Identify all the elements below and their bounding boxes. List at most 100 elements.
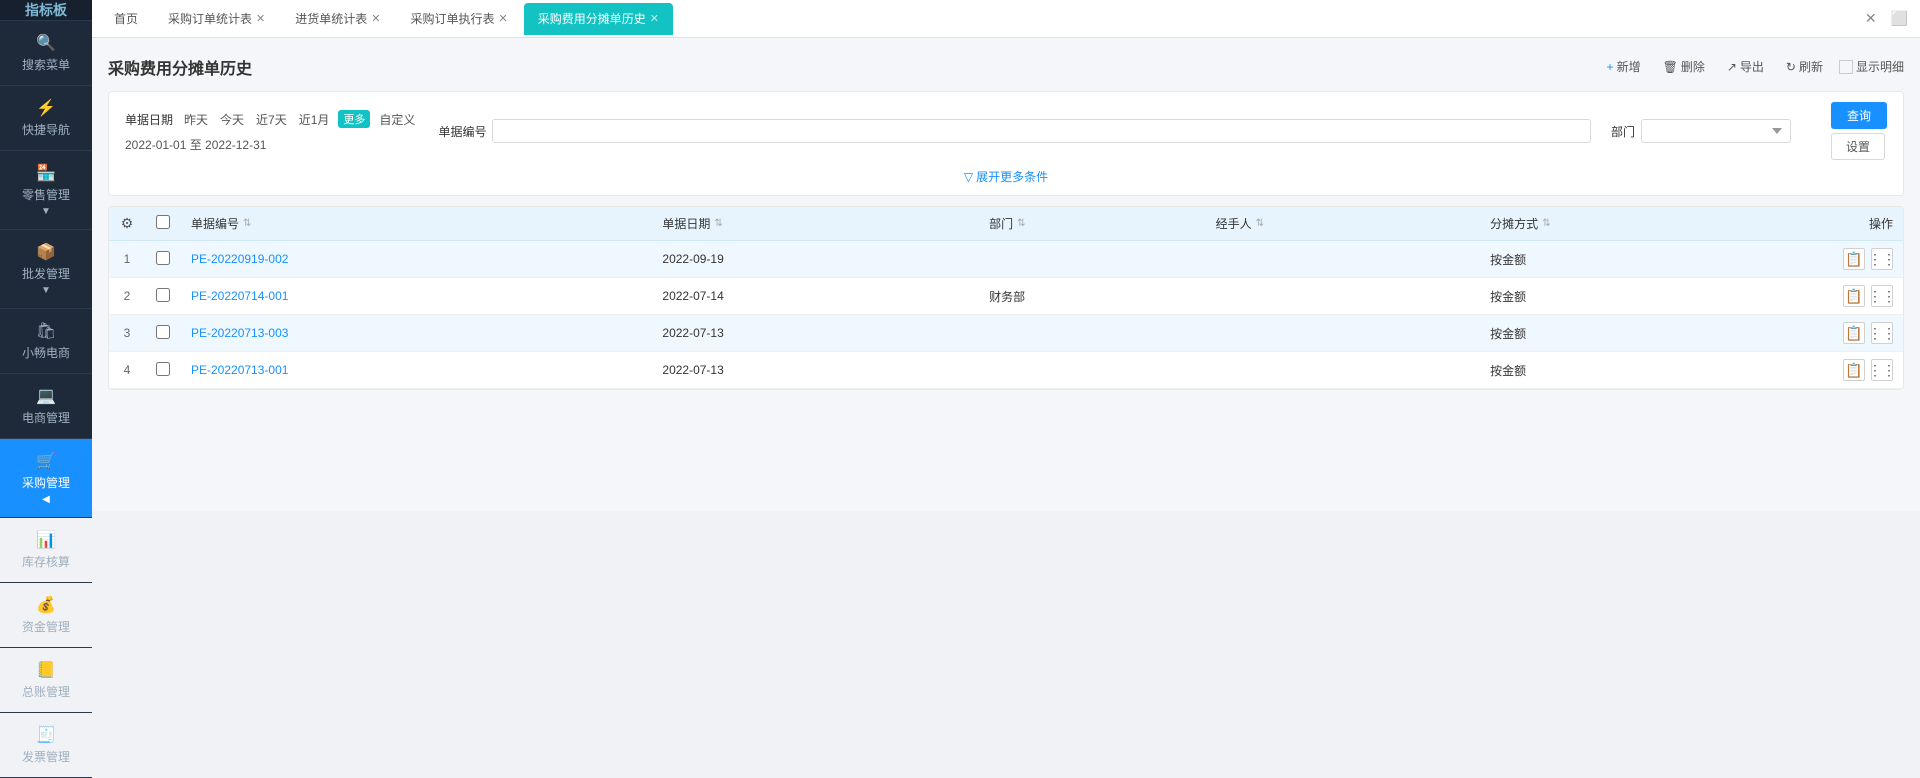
- sidebar: 指标板 🔍 搜索菜单 ⚡ 快捷导航 🏪 零售管理 ▼ 📦 批发管理 ▼ 🛍 小畅…: [0, 0, 92, 511]
- th-handler[interactable]: 经手人 ⇅: [1206, 207, 1481, 241]
- sidebar-item-retail[interactable]: 🏪 零售管理 ▼: [0, 151, 92, 230]
- row-more-icon-2[interactable]: ⋮⋮: [1871, 285, 1893, 307]
- sidebar-item-quick-nav[interactable]: ⚡ 快捷导航: [0, 86, 92, 151]
- sidebar-item-finance[interactable]: 💰 资金管理: [0, 583, 92, 648]
- doc-number-link-3[interactable]: PE-20220713-003: [191, 326, 288, 340]
- purchase-arrow-icon: ◀: [42, 494, 50, 505]
- close-window-icon[interactable]: ✕: [1861, 8, 1881, 29]
- th-doc-number[interactable]: 单据编号 ⇅: [181, 207, 652, 241]
- ecom-icon: 💻: [36, 386, 56, 406]
- tab-purchase-order-stats-close[interactable]: ✕: [256, 12, 265, 25]
- dept-select[interactable]: 财务部: [1641, 119, 1791, 143]
- show-columns-button[interactable]: 显示明细: [1839, 58, 1904, 75]
- th-settings[interactable]: ⚙: [109, 207, 145, 241]
- th-doc-date[interactable]: 单据日期 ⇅: [652, 207, 979, 241]
- th-split-method[interactable]: 分摊方式 ⇅: [1480, 207, 1803, 241]
- doc-number-link-1[interactable]: PE-20220919-002: [191, 252, 288, 266]
- row-view-icon-2[interactable]: 📋: [1843, 285, 1865, 307]
- th-dept[interactable]: 部门 ⇅: [979, 207, 1205, 241]
- row-doc-date-2: 2022-07-14: [652, 278, 979, 315]
- doc-number-sort[interactable]: 单据编号 ⇅: [191, 215, 642, 232]
- sidebar-item-quick-nav-label: 快捷导航: [22, 121, 70, 138]
- data-table: ⚙ 单据编号 ⇅ 单据日期: [109, 207, 1903, 389]
- row-view-icon-4[interactable]: 📋: [1843, 359, 1865, 381]
- doc-number-sort-icon: ⇅: [243, 218, 251, 229]
- row-view-icon-3[interactable]: 📋: [1843, 322, 1865, 344]
- date-today[interactable]: 今天: [217, 110, 247, 129]
- export-button[interactable]: ↗ 导出: [1721, 54, 1770, 79]
- data-table-container: ⚙ 单据编号 ⇅ 单据日期: [108, 206, 1904, 390]
- date-custom[interactable]: 自定义: [376, 110, 418, 129]
- row-more-icon-4[interactable]: ⋮⋮: [1871, 359, 1893, 381]
- settings-icon[interactable]: ⚙: [121, 215, 134, 231]
- sidebar-item-inventory[interactable]: 📊 库存核算: [0, 518, 92, 583]
- date-range-text: 2022-01-01 至 2022-12-31: [125, 136, 418, 153]
- sidebar-item-mini-shop-label: 小畅电商: [22, 344, 70, 361]
- doc-date-sort[interactable]: 单据日期 ⇅: [662, 215, 969, 232]
- sidebar-item-wholesale[interactable]: 📦 批发管理 ▼: [0, 230, 92, 309]
- tab-home[interactable]: 首页: [100, 3, 152, 35]
- sidebar-item-ledger[interactable]: 📒 总账管理: [0, 648, 92, 713]
- row-handler-4: [1206, 352, 1481, 389]
- split-method-sort[interactable]: 分摊方式 ⇅: [1490, 215, 1793, 232]
- tab-incoming-stats-close[interactable]: ✕: [371, 12, 380, 25]
- date-filter-top: 单据日期 昨天 今天 近7天 近1月 更多 自定义: [125, 110, 418, 129]
- row-actions-cell-3: 📋 ⋮⋮: [1803, 315, 1903, 352]
- sidebar-item-ecom[interactable]: 💻 电商管理: [0, 374, 92, 439]
- tab-purchase-cost-history-close[interactable]: ✕: [650, 12, 659, 25]
- row-split-method-4: 按金额: [1480, 352, 1803, 389]
- doc-number-input[interactable]: [492, 119, 1591, 143]
- table-row: 2 PE-20220714-001 2022-07-14 财务部 按金额 📋 ⋮…: [109, 278, 1903, 315]
- date-yesterday[interactable]: 昨天: [181, 110, 211, 129]
- row-doc-date-1: 2022-09-19: [652, 241, 979, 278]
- date-7days[interactable]: 近7天: [253, 110, 290, 129]
- filter-settings-button[interactable]: 设置: [1831, 133, 1885, 160]
- select-all-checkbox[interactable]: [156, 215, 170, 229]
- refresh-button[interactable]: ↻ 刷新: [1780, 54, 1829, 79]
- tab-purchase-order-stats[interactable]: 采购订单统计表 ✕: [154, 3, 279, 35]
- row-doc-date-4: 2022-07-13: [652, 352, 979, 389]
- mini-shop-icon: 🛍: [36, 321, 56, 341]
- row-more-icon-3[interactable]: ⋮⋮: [1871, 322, 1893, 344]
- expand-down-icon: ▽: [964, 170, 973, 184]
- handler-sort[interactable]: 经手人 ⇅: [1216, 215, 1471, 232]
- sidebar-item-invoice[interactable]: 🧾 发票管理: [0, 713, 92, 778]
- delete-button[interactable]: 🗑 删除: [1657, 54, 1711, 79]
- row-checkbox-cell-4: [145, 352, 181, 389]
- row-checkbox-4[interactable]: [156, 362, 170, 376]
- row-handler-3: [1206, 315, 1481, 352]
- row-checkbox-2[interactable]: [156, 288, 170, 302]
- table-row: 1 PE-20220919-002 2022-09-19 按金额 📋 ⋮⋮: [109, 241, 1903, 278]
- sidebar-item-finance-label: 资金管理: [22, 618, 70, 635]
- tab-purchase-cost-history[interactable]: 采购费用分摊单历史 ✕: [524, 3, 673, 35]
- date-more[interactable]: 更多: [338, 110, 370, 128]
- sidebar-item-mini-shop[interactable]: 🛍 小畅电商: [0, 309, 92, 374]
- filter-area: 单据日期 昨天 今天 近7天 近1月 更多 自定义 2022-01-01 至 2…: [108, 91, 1904, 196]
- row-checkbox-1[interactable]: [156, 251, 170, 265]
- date-filter-group: 单据日期 昨天 今天 近7天 近1月 更多 自定义 2022-01-01 至 2…: [125, 110, 418, 153]
- row-number-2: 2: [109, 278, 145, 315]
- doc-number-link-4[interactable]: PE-20220713-001: [191, 363, 288, 377]
- row-checkbox-3[interactable]: [156, 325, 170, 339]
- query-button[interactable]: 查询: [1831, 102, 1887, 129]
- doc-number-link-2[interactable]: PE-20220714-001: [191, 289, 288, 303]
- row-more-icon-1[interactable]: ⋮⋮: [1871, 248, 1893, 270]
- sidebar-item-search[interactable]: 🔍 搜索菜单: [0, 21, 92, 86]
- chevron-down-icon: ▼: [41, 206, 51, 217]
- add-button[interactable]: + 新增: [1601, 54, 1647, 79]
- date-1month[interactable]: 近1月: [296, 110, 333, 129]
- maximize-window-icon[interactable]: ⬜: [1887, 8, 1912, 29]
- dept-sort[interactable]: 部门 ⇅: [989, 215, 1195, 232]
- tab-incoming-stats[interactable]: 进货单统计表 ✕: [281, 3, 394, 35]
- th-split-method-label: 分摊方式: [1490, 215, 1538, 232]
- sidebar-item-purchase[interactable]: 🛒 采购管理 ◀: [0, 439, 92, 518]
- split-method-sort-icon: ⇅: [1542, 218, 1550, 229]
- tab-purchase-order-exec[interactable]: 采购订单执行表 ✕: [396, 3, 521, 35]
- row-view-icon-1[interactable]: 📋: [1843, 248, 1865, 270]
- export-label: 导出: [1740, 58, 1764, 75]
- show-columns-checkbox[interactable]: [1839, 60, 1853, 74]
- tab-home-label: 首页: [114, 10, 138, 27]
- row-actions-cell-2: 📋 ⋮⋮: [1803, 278, 1903, 315]
- tab-purchase-order-exec-close[interactable]: ✕: [499, 12, 508, 25]
- expand-more-conditions[interactable]: ▽ 展开更多条件: [964, 168, 1048, 185]
